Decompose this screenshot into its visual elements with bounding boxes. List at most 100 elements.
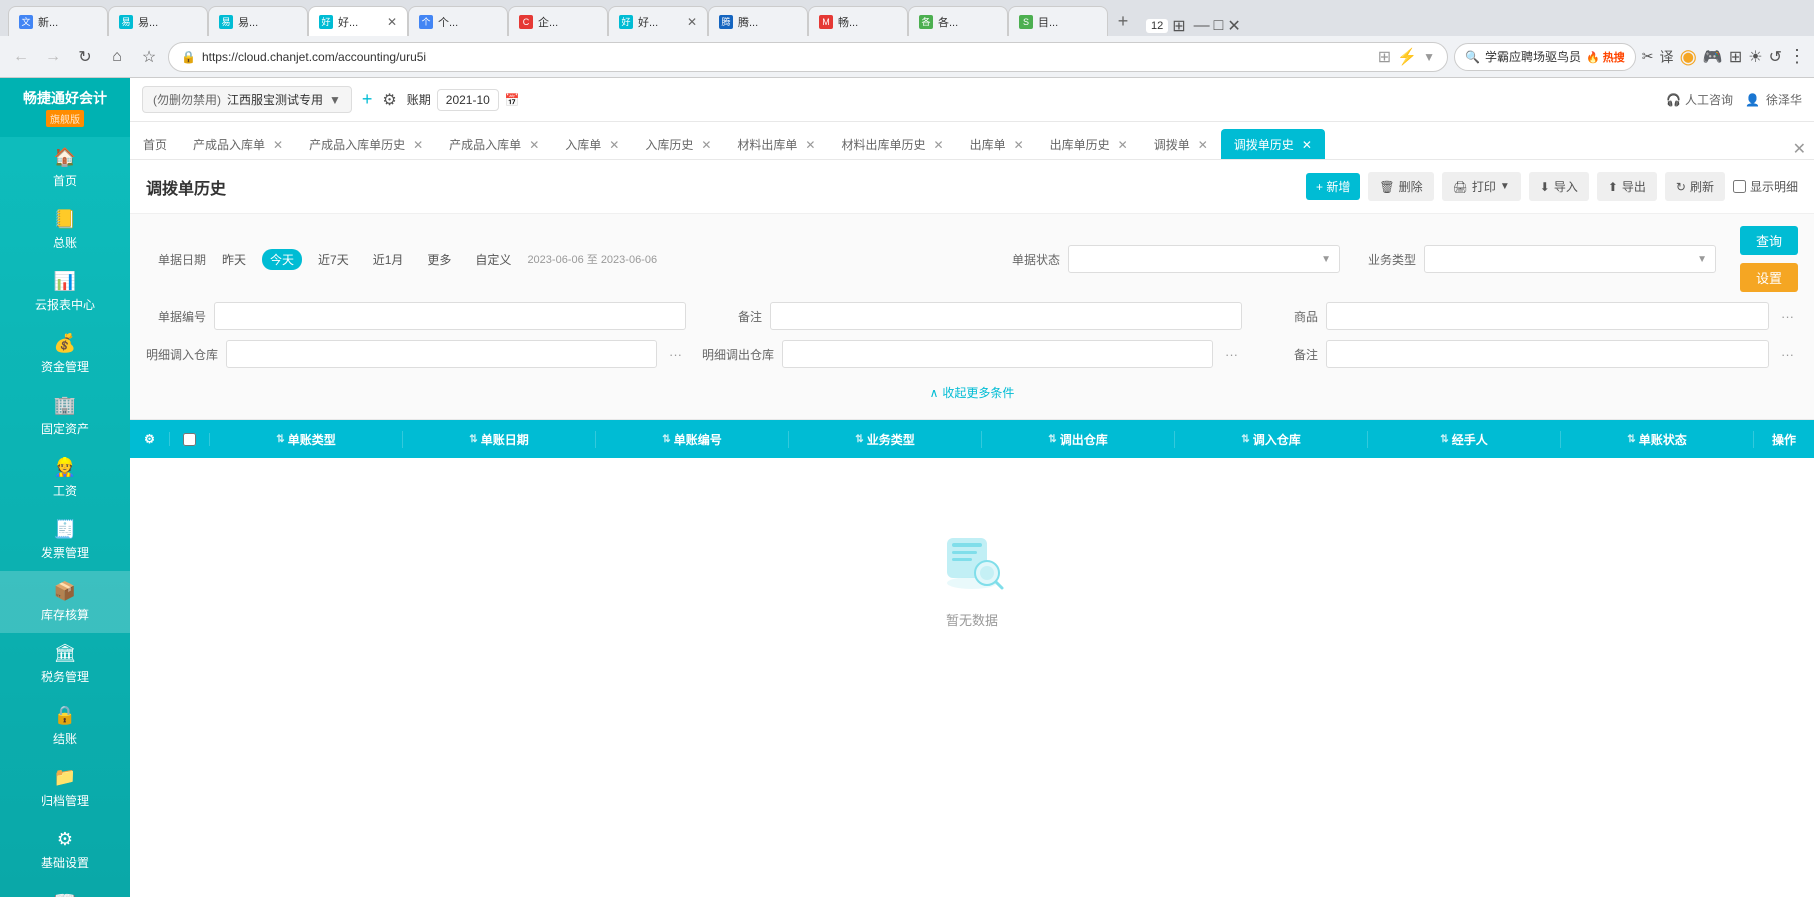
th-status[interactable]: ⇅ 单账状态 <box>1561 431 1754 448</box>
lightning-icon[interactable]: ⚡ <box>1397 47 1417 67</box>
tab-close-4[interactable]: ✕ <box>387 15 397 29</box>
extension-icon[interactable]: ◉ <box>1679 44 1696 69</box>
grid-icon[interactable]: ⊞ <box>1729 47 1742 67</box>
service-btn[interactable]: 🎧 人工咨询 <box>1666 91 1733 108</box>
goods-input[interactable] <box>1326 302 1769 330</box>
new-tab-button[interactable]: + <box>1108 6 1138 36</box>
browser-menu-icon[interactable]: ⋮ <box>1788 46 1806 67</box>
minimize-btn[interactable]: — <box>1194 17 1210 35</box>
home-button[interactable]: ⌂ <box>104 44 130 70</box>
date-option-more[interactable]: 更多 <box>419 249 459 270</box>
page-tab-products-in-hist[interactable]: 产成品入库单历史 ✕ <box>296 129 436 159</box>
sidebar-item-guide[interactable]: 📖 新手引导 <box>0 881 130 897</box>
new-btn[interactable]: + 新增 <box>1306 173 1360 200</box>
browser-tab-1[interactable]: 文 新... <box>8 6 108 36</box>
page-tab-out-hist[interactable]: 出库单历史 ✕ <box>1037 129 1141 159</box>
page-tab-in-order[interactable]: 入库单 ✕ <box>552 129 632 159</box>
display-toggle[interactable]: 显示明细 <box>1733 178 1798 195</box>
delete-btn[interactable]: 🗑 删除 <box>1368 172 1433 201</box>
browser-tab-2[interactable]: 易 易... <box>108 6 208 36</box>
sidebar-item-inventory[interactable]: 📦 库存核算 <box>0 571 130 633</box>
detail-in-input[interactable] <box>226 340 657 368</box>
browser-tab-4[interactable]: 好 好... ✕ <box>308 6 408 36</box>
browser-tab-7[interactable]: 好 好... ✕ <box>608 6 708 36</box>
forward-button[interactable]: → <box>40 44 66 70</box>
page-tab-close-out-hist[interactable]: ✕ <box>1118 138 1128 152</box>
sidebar-item-archive[interactable]: 📁 归档管理 <box>0 757 130 819</box>
address-arrow[interactable]: ▼ <box>1423 50 1435 64</box>
browser-tab-6[interactable]: C 企... <box>508 6 608 36</box>
company-selector[interactable]: (勿删勿禁用) 江西服宝测试专用 ▼ <box>142 86 352 113</box>
user-info[interactable]: 👤 徐泽华 <box>1745 91 1802 108</box>
import-btn[interactable]: ⬇ 导入 <box>1529 172 1589 201</box>
page-tab-transfer[interactable]: 调拨单 ✕ <box>1141 129 1221 159</box>
settings-gear-icon[interactable]: ⚙ <box>382 90 396 110</box>
search-bar[interactable]: 🔍 学霸应聘场驱鸟员 🔥 热搜 <box>1454 43 1636 71</box>
page-tab-mat-out[interactable]: 材料出库单 ✕ <box>724 129 828 159</box>
date-option-today[interactable]: 今天 <box>262 249 302 270</box>
th-number[interactable]: ⇅ 单账编号 <box>596 431 789 448</box>
page-tab-close-all[interactable]: ✕ <box>1793 139 1806 159</box>
calendar-icon[interactable]: 📅 <box>505 93 520 107</box>
tab-menu-btn[interactable]: ⊞ <box>1172 16 1185 36</box>
undo-icon[interactable]: ↺ <box>1769 47 1782 67</box>
page-tab-home[interactable]: 首页 <box>130 129 180 159</box>
th-check[interactable] <box>170 433 210 446</box>
date-option-custom[interactable]: 自定义 <box>467 249 519 270</box>
browser-tab-3[interactable]: 易 易... <box>208 6 308 36</box>
sidebar-item-settings[interactable]: ⚙ 基础设置 <box>0 819 130 881</box>
sidebar-item-funds[interactable]: 💰 资金管理 <box>0 323 130 385</box>
status-select[interactable]: ▼ <box>1068 245 1340 273</box>
maximize-btn[interactable]: □ <box>1214 17 1224 35</box>
page-tab-out-order[interactable]: 出库单 ✕ <box>957 129 1037 159</box>
sidebar-item-payroll[interactable]: 👷 工资 <box>0 447 130 509</box>
period-value[interactable]: 2021-10 <box>437 89 499 111</box>
th-out-wh[interactable]: ⇅ 调出仓库 <box>982 431 1175 448</box>
page-tab-in-hist[interactable]: 入库历史 ✕ <box>632 129 724 159</box>
tab-close-7[interactable]: ✕ <box>687 15 697 29</box>
sidebar-item-assets[interactable]: 🏢 固定资产 <box>0 385 130 447</box>
browser-tab-10[interactable]: 各 各... <box>908 6 1008 36</box>
biz-select[interactable]: ▼ <box>1424 245 1716 273</box>
goods-more-btn[interactable]: ··· <box>1777 309 1798 324</box>
refresh-button[interactable]: ↻ <box>72 44 98 70</box>
sidebar-item-reports[interactable]: 📊 云报表中心 <box>0 261 130 323</box>
export-btn[interactable]: ⬆ 导出 <box>1597 172 1657 201</box>
sidebar-item-invoice[interactable]: 🧾 发票管理 <box>0 509 130 571</box>
remark2-more-btn[interactable]: ··· <box>1777 347 1798 362</box>
sidebar-item-home[interactable]: 🏠 首页 <box>0 137 130 199</box>
page-tab-close-transfer-hist[interactable]: ✕ <box>1302 138 1312 152</box>
page-tab-close-mat-out-hist[interactable]: ✕ <box>934 138 944 152</box>
select-all-checkbox[interactable] <box>183 433 196 446</box>
close-window-btn[interactable]: ✕ <box>1227 16 1240 36</box>
refresh-btn[interactable]: ↻ 刷新 <box>1665 172 1725 201</box>
page-tab-close-in-order[interactable]: ✕ <box>609 138 619 152</box>
translate-icon[interactable]: 译 <box>1659 47 1673 67</box>
set-button[interactable]: 设置 <box>1740 263 1798 292</box>
page-tab-products-in[interactable]: 产成品入库单 ✕ <box>180 129 296 159</box>
browser-tab-8[interactable]: 腾 腾... <box>708 6 808 36</box>
browser-tab-5[interactable]: 个 个... <box>408 6 508 36</box>
sidebar-item-close[interactable]: 🔒 结账 <box>0 695 130 757</box>
display-toggle-checkbox[interactable] <box>1733 180 1746 193</box>
date-option-yesterday[interactable]: 昨天 <box>214 249 254 270</box>
date-option-1month[interactable]: 近1月 <box>365 249 412 270</box>
th-handler[interactable]: ⇅ 经手人 <box>1368 431 1561 448</box>
browser-tab-11[interactable]: S 目... <box>1008 6 1108 36</box>
page-tab-close-in-hist[interactable]: ✕ <box>701 138 711 152</box>
remark-input[interactable] <box>770 302 1242 330</box>
print-btn[interactable]: 🖨 打印 ▼ <box>1442 172 1521 201</box>
page-tab-transfer-hist[interactable]: 调拨单历史 ✕ <box>1221 129 1325 159</box>
detail-in-more-btn[interactable]: ··· <box>665 347 686 362</box>
address-bar[interactable]: 🔒 https://cloud.chanjet.com/accounting/u… <box>168 42 1448 72</box>
page-tab-close-mat-out[interactable]: ✕ <box>805 138 815 152</box>
sidebar-item-tax[interactable]: 🏛 税务管理 <box>0 633 130 695</box>
detail-out-input[interactable] <box>782 340 1213 368</box>
sidebar-item-ledger[interactable]: 📒 总账 <box>0 199 130 261</box>
page-tab-close-out-order[interactable]: ✕ <box>1014 138 1024 152</box>
back-button[interactable]: ← <box>8 44 34 70</box>
th-in-wh[interactable]: ⇅ 调入仓库 <box>1175 431 1368 448</box>
page-tab-close-products-in2[interactable]: ✕ <box>529 138 539 152</box>
add-company-btn[interactable]: + <box>362 89 373 110</box>
page-tab-close-transfer[interactable]: ✕ <box>1198 138 1208 152</box>
